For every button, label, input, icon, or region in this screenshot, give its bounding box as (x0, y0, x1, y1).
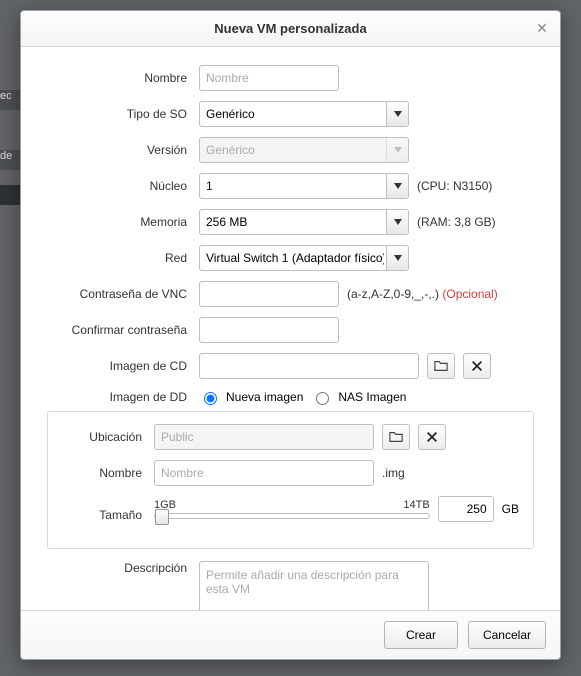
slider-thumb[interactable] (155, 509, 169, 525)
folder-icon (434, 359, 448, 373)
radio-new-image[interactable]: Nueva imagen (199, 389, 303, 405)
hdd-name-input[interactable] (154, 460, 374, 486)
vnc-hint: (a-z,A-Z,0-9,_,-,.) (Opcional) (347, 287, 498, 301)
label-network: Red (47, 251, 199, 265)
chevron-down-icon[interactable] (386, 102, 408, 126)
version-value (199, 137, 409, 163)
label-hdd-image: Imagen de DD (47, 390, 199, 404)
cd-image-input[interactable] (199, 353, 419, 379)
label-size: Tamaño (62, 508, 154, 522)
chevron-down-icon[interactable] (386, 210, 408, 234)
description-textarea[interactable] (199, 561, 429, 610)
label-confirm-password: Confirmar contraseña (47, 323, 199, 337)
hdd-group: Ubicación Nombre .img (47, 411, 534, 549)
clear-cd-button[interactable] (463, 353, 491, 379)
label-location: Ubicación (62, 430, 154, 444)
size-max: 14TB (403, 499, 429, 511)
x-icon (470, 359, 484, 373)
location-input (154, 424, 374, 450)
browse-location-button[interactable] (382, 424, 410, 450)
size-slider[interactable]: 1GB 14TB (154, 499, 430, 519)
memory-hint: (RAM: 3,8 GB) (417, 215, 496, 229)
dialog-body: Nombre Tipo de SO Versión (21, 47, 560, 610)
label-memory: Memoria (47, 215, 199, 229)
core-select[interactable] (199, 173, 409, 199)
memory-value[interactable] (199, 209, 409, 235)
dialog-footer: Crear Cancelar (21, 610, 560, 659)
name-input[interactable] (199, 65, 339, 91)
confirm-password-input[interactable] (199, 317, 339, 343)
clear-location-button[interactable] (418, 424, 446, 450)
folder-icon (389, 430, 403, 444)
chevron-down-icon[interactable] (386, 246, 408, 270)
new-vm-dialog: Nueva VM personalizada ✕ Nombre Tipo de … (20, 10, 561, 660)
cancel-button[interactable]: Cancelar (468, 621, 546, 649)
core-hint: (CPU: N3150) (417, 179, 492, 193)
label-version: Versión (47, 143, 199, 157)
network-select[interactable] (199, 245, 409, 271)
x-icon (425, 430, 439, 444)
os-type-value[interactable] (199, 101, 409, 127)
radio-nas-image[interactable]: NAS Imagen (311, 389, 406, 405)
label-description: Descripción (47, 561, 199, 575)
label-vnc-password: Contraseña de VNC (47, 287, 199, 301)
label-core: Núcleo (47, 179, 199, 193)
close-icon[interactable]: ✕ (534, 20, 550, 36)
hdd-ext: .img (382, 466, 405, 480)
core-value[interactable] (199, 173, 409, 199)
version-select (199, 137, 409, 163)
network-value[interactable] (199, 245, 409, 271)
dialog-title: Nueva VM personalizada (214, 21, 366, 36)
label-cd-image: Imagen de CD (47, 359, 199, 373)
size-unit: GB (502, 502, 519, 516)
create-button[interactable]: Crear (384, 621, 458, 649)
size-input[interactable] (438, 496, 494, 522)
vnc-password-input[interactable] (199, 281, 339, 307)
os-type-select[interactable] (199, 101, 409, 127)
memory-select[interactable] (199, 209, 409, 235)
browse-cd-button[interactable] (427, 353, 455, 379)
label-name: Nombre (47, 71, 199, 85)
label-hdd-name: Nombre (62, 466, 154, 480)
chevron-down-icon (386, 138, 408, 162)
label-os-type: Tipo de SO (47, 107, 199, 121)
dialog-titlebar: Nueva VM personalizada ✕ (21, 11, 560, 47)
chevron-down-icon[interactable] (386, 174, 408, 198)
